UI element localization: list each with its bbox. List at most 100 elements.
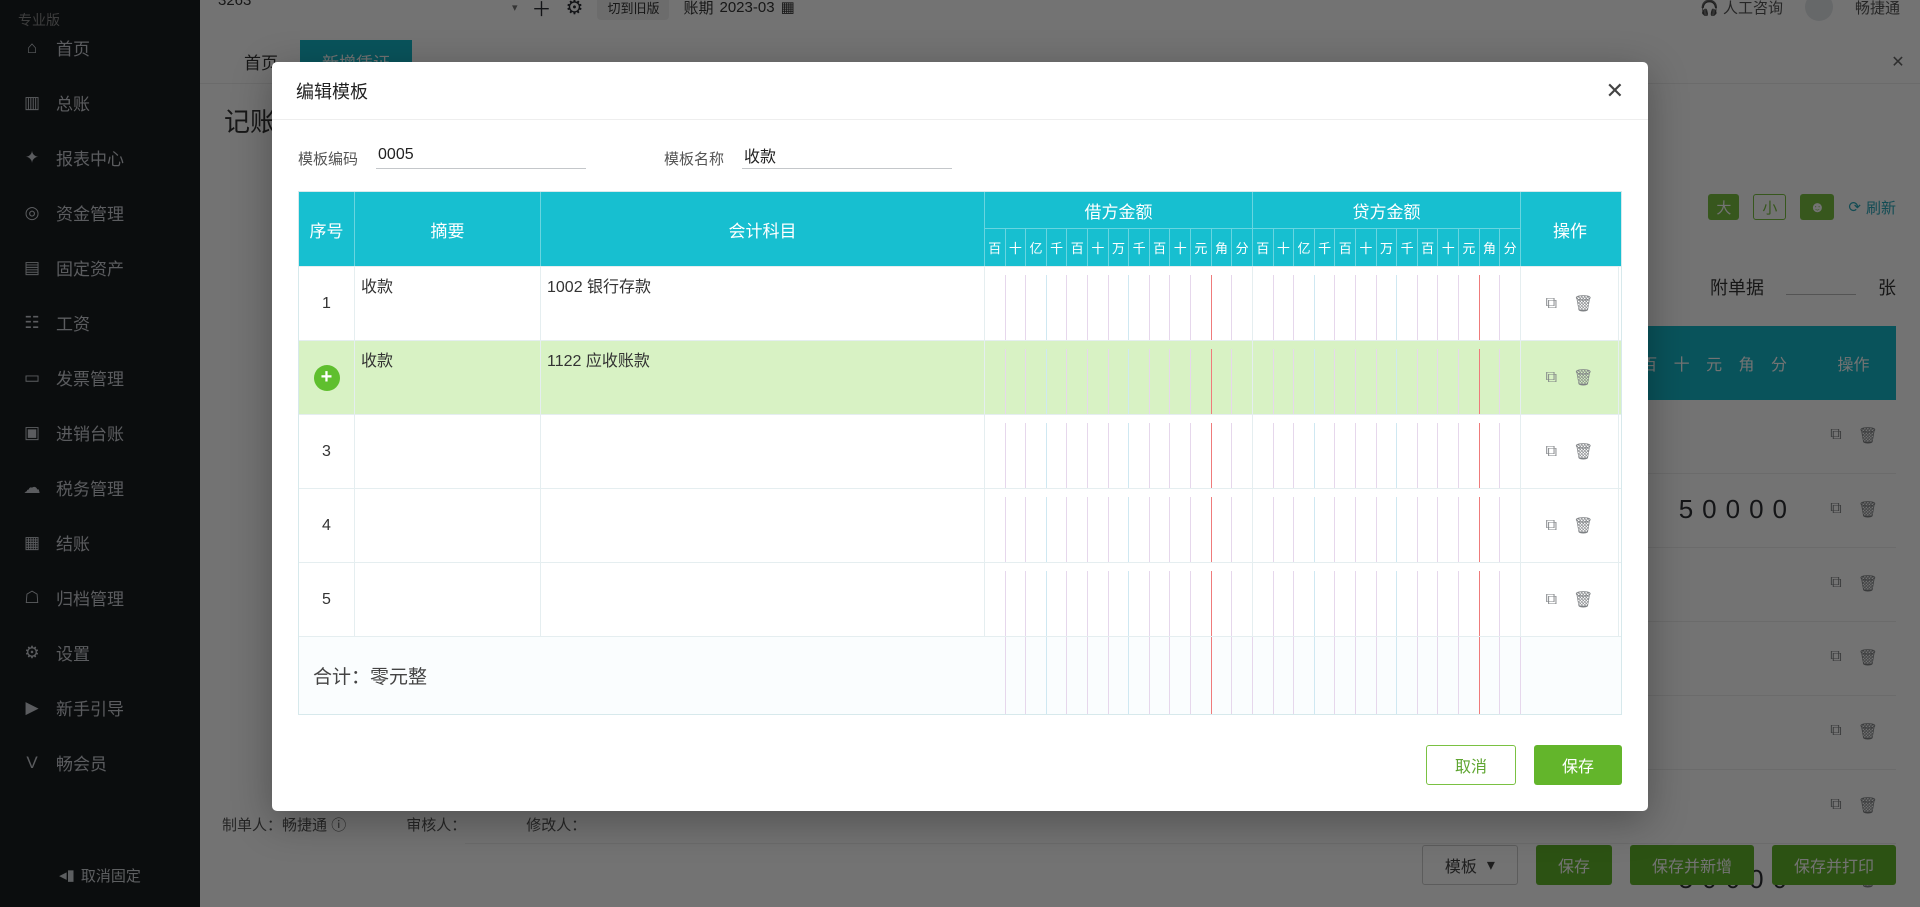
amount-digit-cell[interactable]	[1026, 275, 1047, 340]
delete-row-icon[interactable]: 🗑	[1573, 442, 1593, 462]
amount-digit-cell[interactable]	[1356, 571, 1377, 636]
amount-digit-cell[interactable]	[1109, 275, 1130, 340]
amount-digit-cell[interactable]	[985, 571, 1006, 636]
amount-digit-cell[interactable]	[1170, 423, 1191, 488]
amount-digit-cell[interactable]	[1500, 571, 1520, 636]
delete-row-icon[interactable]: 🗑	[1573, 590, 1593, 610]
amount-digit-cell[interactable]	[1294, 349, 1315, 414]
amount-digit-cell[interactable]	[1067, 423, 1088, 488]
amount-digit-cell[interactable]	[1129, 349, 1150, 414]
amount-digit-cell[interactable]	[1377, 497, 1398, 562]
delete-row-icon[interactable]: 🗑	[1573, 294, 1593, 314]
amount-digit-cell[interactable]	[1006, 571, 1027, 636]
delete-row-icon[interactable]: 🗑	[1573, 368, 1593, 388]
amount-digit-cell[interactable]	[1335, 423, 1356, 488]
amount-digit-cell[interactable]	[1356, 349, 1377, 414]
amount-digit-cell[interactable]	[1377, 423, 1398, 488]
amount-digit-cell[interactable]	[1150, 349, 1171, 414]
amount-digit-cell[interactable]	[1109, 423, 1130, 488]
row-subject[interactable]	[541, 415, 985, 488]
row-debit[interactable]	[985, 563, 1253, 636]
amount-digit-cell[interactable]	[1150, 571, 1171, 636]
amount-digit-cell[interactable]	[1397, 423, 1418, 488]
amount-digit-cell[interactable]	[1356, 275, 1377, 340]
row-credit[interactable]	[1253, 563, 1521, 636]
row-debit[interactable]	[985, 267, 1253, 340]
amount-digit-cell[interactable]	[1150, 275, 1171, 340]
amount-digit-cell[interactable]	[1253, 497, 1274, 562]
amount-digit-cell[interactable]	[1397, 497, 1418, 562]
amount-digit-cell[interactable]	[1047, 275, 1068, 340]
row-subject[interactable]	[541, 489, 985, 562]
amount-digit-cell[interactable]	[1253, 423, 1274, 488]
amount-digit-cell[interactable]	[1397, 349, 1418, 414]
amount-digit-cell[interactable]	[1335, 571, 1356, 636]
amount-digit-cell[interactable]	[1500, 275, 1520, 340]
amount-digit-cell[interactable]	[1335, 349, 1356, 414]
amount-digit-cell[interactable]	[1129, 571, 1150, 636]
amount-digit-cell[interactable]	[1170, 349, 1191, 414]
amount-digit-cell[interactable]	[1438, 275, 1459, 340]
copy-row-icon[interactable]: ⧉	[1546, 443, 1557, 461]
amount-digit-cell[interactable]	[1212, 497, 1233, 562]
amount-digit-cell[interactable]	[1377, 275, 1398, 340]
amount-digit-cell[interactable]	[1088, 349, 1109, 414]
amount-digit-cell[interactable]	[1480, 349, 1501, 414]
amount-digit-cell[interactable]	[1212, 275, 1233, 340]
modal-cancel-button[interactable]: 取消	[1426, 745, 1516, 785]
template-code-input[interactable]	[376, 142, 586, 169]
amount-digit-cell[interactable]	[1274, 423, 1295, 488]
amount-digit-cell[interactable]	[1026, 497, 1047, 562]
amount-digit-cell[interactable]	[1253, 349, 1274, 414]
row-debit[interactable]	[985, 341, 1253, 414]
amount-digit-cell[interactable]	[1006, 349, 1027, 414]
modal-close-button[interactable]: ✕	[1606, 78, 1624, 104]
amount-digit-cell[interactable]	[1294, 497, 1315, 562]
template-name-input[interactable]	[742, 142, 952, 169]
row-summary[interactable]	[355, 415, 541, 488]
amount-digit-cell[interactable]	[1026, 571, 1047, 636]
amount-digit-cell[interactable]	[1500, 349, 1520, 414]
amount-digit-cell[interactable]	[1067, 497, 1088, 562]
copy-row-icon[interactable]: ⧉	[1546, 591, 1557, 609]
amount-digit-cell[interactable]	[1109, 349, 1130, 414]
amount-digit-cell[interactable]	[985, 349, 1006, 414]
amount-digit-cell[interactable]	[1335, 497, 1356, 562]
amount-digit-cell[interactable]	[1150, 423, 1171, 488]
amount-digit-cell[interactable]	[1109, 571, 1130, 636]
amount-digit-cell[interactable]	[1191, 571, 1212, 636]
amount-digit-cell[interactable]	[1294, 275, 1315, 340]
amount-digit-cell[interactable]	[1480, 497, 1501, 562]
amount-digit-cell[interactable]	[1047, 497, 1068, 562]
amount-digit-cell[interactable]	[1418, 423, 1439, 488]
amount-digit-cell[interactable]	[1480, 275, 1501, 340]
amount-digit-cell[interactable]	[1459, 497, 1480, 562]
amount-digit-cell[interactable]	[1356, 423, 1377, 488]
amount-digit-cell[interactable]	[1088, 497, 1109, 562]
amount-digit-cell[interactable]	[1274, 275, 1295, 340]
amount-digit-cell[interactable]	[1418, 571, 1439, 636]
amount-digit-cell[interactable]	[1170, 571, 1191, 636]
amount-digit-cell[interactable]	[1191, 497, 1212, 562]
amount-digit-cell[interactable]	[1191, 349, 1212, 414]
copy-row-icon[interactable]: ⧉	[1546, 295, 1557, 313]
amount-digit-cell[interactable]	[1232, 497, 1252, 562]
amount-digit-cell[interactable]	[1047, 349, 1068, 414]
add-row-button[interactable]: +	[314, 365, 340, 391]
amount-digit-cell[interactable]	[1232, 275, 1252, 340]
amount-digit-cell[interactable]	[1006, 497, 1027, 562]
amount-digit-cell[interactable]	[1212, 423, 1233, 488]
amount-digit-cell[interactable]	[1418, 275, 1439, 340]
amount-digit-cell[interactable]	[1274, 497, 1295, 562]
amount-digit-cell[interactable]	[1500, 497, 1520, 562]
amount-digit-cell[interactable]	[1294, 571, 1315, 636]
row-credit[interactable]	[1253, 415, 1521, 488]
amount-digit-cell[interactable]	[1129, 497, 1150, 562]
row-subject[interactable]	[541, 563, 985, 636]
row-subject[interactable]: 1002 银行存款	[541, 267, 985, 340]
amount-digit-cell[interactable]	[1459, 349, 1480, 414]
amount-digit-cell[interactable]	[1397, 571, 1418, 636]
amount-digit-cell[interactable]	[1006, 423, 1027, 488]
copy-row-icon[interactable]: ⧉	[1546, 517, 1557, 535]
row-summary[interactable]	[355, 563, 541, 636]
